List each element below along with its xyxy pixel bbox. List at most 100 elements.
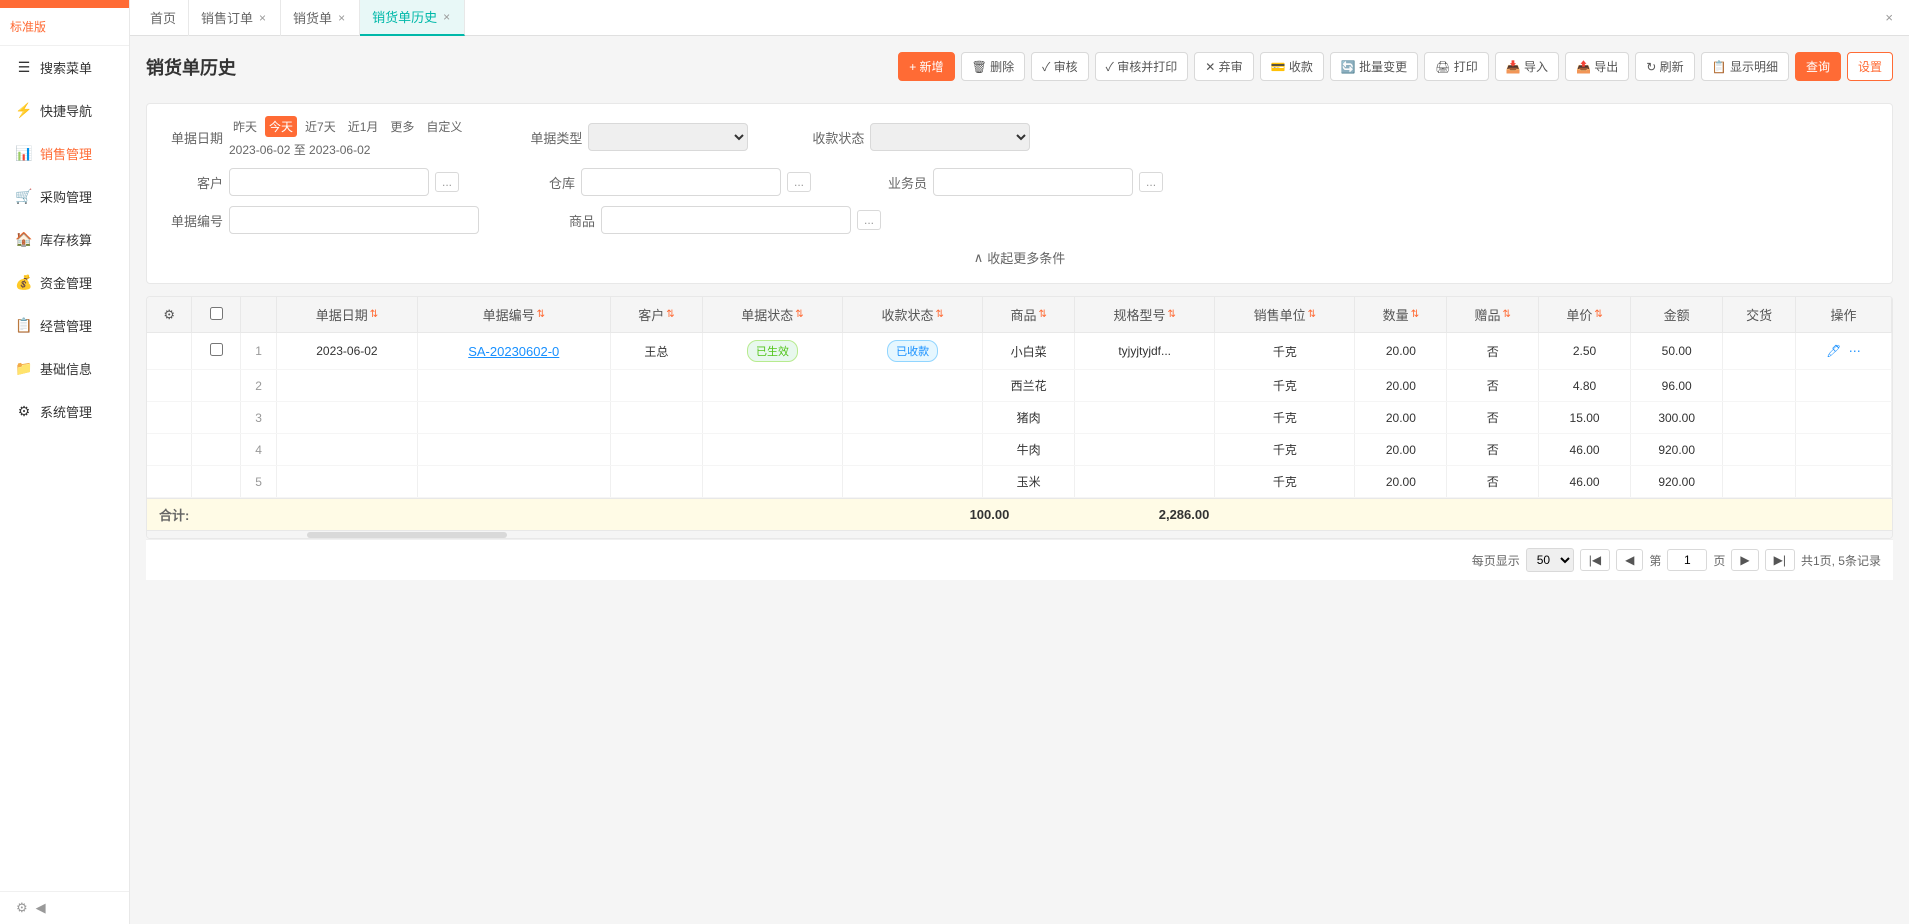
tab-sales-order-close[interactable]: × xyxy=(257,11,268,25)
new-button[interactable]: + 新增 xyxy=(898,52,954,81)
import-button[interactable]: 📥 导入 xyxy=(1495,52,1559,81)
row-5-customer xyxy=(611,466,703,498)
doc-type-select[interactable] xyxy=(588,123,748,151)
print-button[interactable]: 🖨 打印 xyxy=(1424,52,1489,81)
col-sales-unit[interactable]: 销售单位⇅ xyxy=(1215,297,1355,333)
display-details-button[interactable]: 📋 显示明细 xyxy=(1701,52,1789,81)
operations-icon: 📋 xyxy=(16,318,32,334)
salesperson-input[interactable] xyxy=(933,168,1133,196)
settings-button[interactable]: 设置 xyxy=(1847,52,1893,81)
col-product[interactable]: 商品⇅ xyxy=(983,297,1075,333)
audit-print-button[interactable]: ✓ 审核并打印 xyxy=(1095,52,1189,81)
col-doc-date[interactable]: 单据日期⇅ xyxy=(277,297,417,333)
shortcut-7days[interactable]: 近7天 xyxy=(301,116,340,137)
sidebar-collapse-icon[interactable]: ◀ xyxy=(36,900,46,916)
row-2-amount: 96.00 xyxy=(1630,370,1722,402)
refresh-button[interactable]: ↻ 刷新 xyxy=(1635,52,1694,81)
col-unit-price[interactable]: 单价⇅ xyxy=(1539,297,1631,333)
export-button[interactable]: 📤 导出 xyxy=(1565,52,1629,81)
gear-cell xyxy=(147,333,192,370)
collect-button[interactable]: 💳 收款 xyxy=(1260,52,1324,81)
customer-ellipsis[interactable]: ... xyxy=(435,172,459,192)
batch-change-button[interactable]: 🔄 批量变更 xyxy=(1330,52,1418,81)
customer-input[interactable] xyxy=(229,168,429,196)
warehouse-ellipsis[interactable]: ... xyxy=(787,172,811,192)
tab-sales-history-close[interactable]: × xyxy=(441,10,452,24)
col-spec[interactable]: 规格型号⇅ xyxy=(1075,297,1215,333)
first-page-button[interactable]: |◀ xyxy=(1580,549,1610,571)
row-1-doc-num[interactable]: SA-20230602-0 xyxy=(417,333,611,370)
sales-unit-sort-icon: ⇅ xyxy=(1308,309,1316,320)
row-1-checkbox[interactable] xyxy=(210,343,223,356)
col-customer[interactable]: 客户⇅ xyxy=(611,297,703,333)
col-doc-status[interactable]: 单据状态⇅ xyxy=(702,297,842,333)
col-amount: 金额 xyxy=(1630,297,1722,333)
sidebar-item-search-menu[interactable]: ☰ 搜索菜单 xyxy=(0,46,129,89)
col-payment-status[interactable]: 收款状态⇅ xyxy=(843,297,983,333)
row-1-gift: 否 xyxy=(1447,333,1539,370)
doc-num-input[interactable] xyxy=(229,206,479,234)
sidebar-item-finance[interactable]: 💰 资金管理 xyxy=(0,261,129,304)
shortcut-custom[interactable]: 自定义 xyxy=(422,116,466,137)
prev-page-button[interactable]: ◀ xyxy=(1616,549,1643,571)
delete-button[interactable]: 🗑 删除 xyxy=(961,52,1026,81)
gear-cell xyxy=(147,434,192,466)
search-menu-icon: ☰ xyxy=(16,60,32,76)
collapse-button[interactable]: ∧ 收起更多条件 xyxy=(974,244,1066,271)
sidebar-item-basic-info[interactable]: 📁 基础信息 xyxy=(0,347,129,390)
page-number-input[interactable] xyxy=(1667,549,1707,571)
shortcut-today[interactable]: 今天 xyxy=(265,116,297,137)
row-4-gift: 否 xyxy=(1447,434,1539,466)
col-sales-unit-label: 销售单位 xyxy=(1254,305,1306,324)
col-checkbox xyxy=(192,297,240,333)
tab-sales-delivery[interactable]: 销货单 × xyxy=(281,0,360,36)
collapse-icon: ∧ xyxy=(974,250,984,266)
warehouse-input[interactable] xyxy=(581,168,781,196)
col-quantity[interactable]: 数量⇅ xyxy=(1355,297,1447,333)
product-input[interactable] xyxy=(601,206,851,234)
tabs-close-all[interactable]: × xyxy=(1877,6,1901,29)
sidebar-settings-icon[interactable]: ⚙ xyxy=(16,900,28,916)
col-doc-num[interactable]: 单据编号⇅ xyxy=(417,297,611,333)
tab-sales-delivery-close[interactable]: × xyxy=(336,11,347,25)
per-page-select[interactable]: 50 xyxy=(1526,548,1574,572)
shortcut-more[interactable]: 更多 xyxy=(386,116,418,137)
tab-sales-order[interactable]: 销售订单 × xyxy=(189,0,281,36)
abandon-button[interactable]: ✕ 弃审 xyxy=(1194,52,1253,81)
row-4-doc-status xyxy=(702,434,842,466)
select-all-checkbox[interactable] xyxy=(210,307,223,320)
sidebar-item-system[interactable]: ⚙ 系统管理 xyxy=(0,390,129,433)
last-page-button[interactable]: ▶| xyxy=(1765,549,1795,571)
col-gear[interactable]: ⚙ xyxy=(147,297,192,333)
row-1-payment-status-badge: 已收款 xyxy=(887,340,938,362)
sidebar-item-quick-nav[interactable]: ⚡ 快捷导航 xyxy=(0,89,129,132)
checkbox-cell xyxy=(192,370,240,402)
sidebar-item-inventory[interactable]: 🏠 库存核算 xyxy=(0,218,129,261)
row-1-doc-num-link[interactable]: SA-20230602-0 xyxy=(468,344,559,359)
filter-product-item: 商品 ... xyxy=(535,206,881,234)
col-gift[interactable]: 赠品⇅ xyxy=(1447,297,1539,333)
sidebar-item-purchase-mgmt[interactable]: 🛒 采购管理 xyxy=(0,175,129,218)
table-scrollbar[interactable] xyxy=(147,530,1892,538)
tab-sales-history[interactable]: 销货单历史 × xyxy=(360,0,465,36)
salesperson-ellipsis[interactable]: ... xyxy=(1139,172,1163,192)
shortcut-yesterday[interactable]: 昨天 xyxy=(229,116,261,137)
purchase-mgmt-icon: 🛒 xyxy=(16,189,32,205)
row-4-amount: 920.00 xyxy=(1630,434,1722,466)
tab-sales-history-label: 销货单历史 xyxy=(372,7,437,26)
sidebar-item-operations[interactable]: 📋 经营管理 xyxy=(0,304,129,347)
next-page-button[interactable]: ▶ xyxy=(1731,549,1758,571)
audit-button[interactable]: ✓ 审核 xyxy=(1031,52,1089,81)
sidebar: 标准版 ☰ 搜索菜单 ⚡ 快捷导航 📊 销售管理 🛒 采购管理 🏠 库存核算 💰… xyxy=(0,0,130,924)
product-ellipsis[interactable]: ... xyxy=(857,210,881,230)
query-button[interactable]: 查询 xyxy=(1795,52,1841,81)
table-header-row: ⚙ 单据日期⇅ 单据编号⇅ 客户⇅ 单据状态⇅ 收款状态⇅ 商品⇅ 规格型号⇅ … xyxy=(147,297,1892,333)
payment-status-select[interactable] xyxy=(870,123,1030,151)
filter-divider: ∧ 收起更多条件 xyxy=(163,244,1876,271)
payment-status-label: 收款状态 xyxy=(804,128,864,147)
tab-home[interactable]: 首页 xyxy=(138,0,189,36)
row-1-more-button[interactable]: ⋯ xyxy=(1847,344,1863,358)
sidebar-item-sales-mgmt[interactable]: 📊 销售管理 xyxy=(0,132,129,175)
shortcut-1month[interactable]: 近1月 xyxy=(344,116,383,137)
row-1-edit-button[interactable]: 🖊 xyxy=(1824,344,1843,358)
